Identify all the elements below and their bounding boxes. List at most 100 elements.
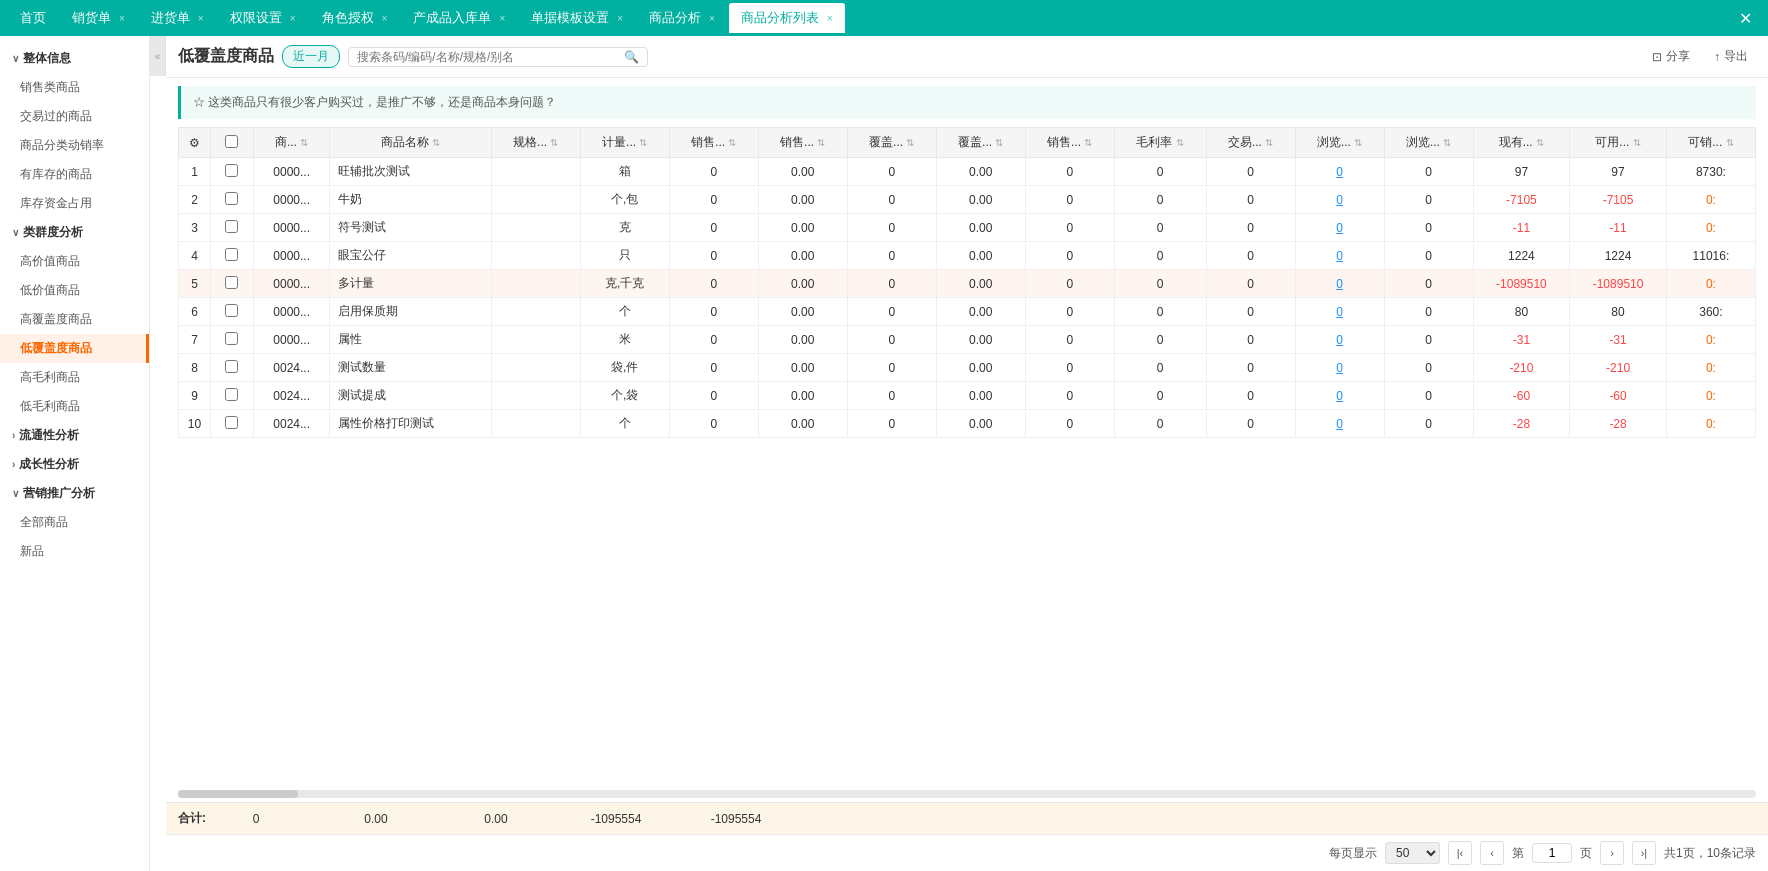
time-filter-button[interactable]: 近一月 — [282, 45, 340, 68]
nav-tab-product-analysis[interactable]: 商品分析 × — [637, 3, 727, 33]
sidebar-item-traded-products[interactable]: 交易过的商品 — [0, 102, 149, 131]
row-checkbox[interactable] — [225, 416, 238, 429]
row-checkbox-cell[interactable] — [211, 382, 254, 410]
row-views1-cell[interactable]: 0 — [1295, 158, 1384, 186]
page-first-button[interactable]: |‹ — [1448, 841, 1472, 865]
sidebar-item-sales-products[interactable]: 销售类商品 — [0, 73, 149, 102]
sidebar-section-overall[interactable]: ∨ 整体信息 — [0, 44, 149, 73]
row-checkbox-cell[interactable] — [211, 158, 254, 186]
row-checkbox[interactable] — [225, 388, 238, 401]
nav-tab-purchase-close[interactable]: × — [198, 13, 204, 24]
saleable-column-header[interactable]: 可销... ⇅ — [1666, 128, 1755, 158]
name-column-header[interactable]: 商品名称 ⇅ — [330, 128, 491, 158]
nav-tab-permissions-close[interactable]: × — [290, 13, 296, 24]
row-checkbox[interactable] — [225, 164, 238, 177]
sales-qty-column-header[interactable]: 销售... ⇅ — [669, 128, 758, 158]
unit-column-header[interactable]: 计量... ⇅ — [580, 128, 669, 158]
row-checkbox[interactable] — [225, 248, 238, 261]
sidebar-item-high-margin[interactable]: 高毛利商品 — [0, 363, 149, 392]
row-checkbox-cell[interactable] — [211, 410, 254, 438]
sidebar-item-low-value[interactable]: 低价值商品 — [0, 276, 149, 305]
coverage2-column-header[interactable]: 覆盖... ⇅ — [936, 128, 1025, 158]
code-column-header[interactable]: 商... ⇅ — [253, 128, 330, 158]
page-prev-button[interactable]: ‹ — [1480, 841, 1504, 865]
sidebar-section-liquidity[interactable]: › 流通性分析 — [0, 421, 149, 450]
sidebar-section-growth[interactable]: › 成长性分析 — [0, 450, 149, 479]
page-next-button[interactable]: › — [1600, 841, 1624, 865]
row-checkbox[interactable] — [225, 360, 238, 373]
transaction-column-header[interactable]: 交易... ⇅ — [1206, 128, 1295, 158]
row-checkbox-cell[interactable] — [211, 242, 254, 270]
row-sales-amt-cell: 0.00 — [758, 270, 847, 298]
sidebar-item-category-activity[interactable]: 商品分类动销率 — [0, 131, 149, 160]
nav-tab-analysis-list-close[interactable]: × — [827, 13, 833, 24]
current-stock-column-header[interactable]: 现有... ⇅ — [1473, 128, 1570, 158]
settings-column-header[interactable]: ⚙ — [179, 128, 211, 158]
nav-tab-template[interactable]: 单据模板设置 × — [519, 3, 635, 33]
nav-tab-roles[interactable]: 角色授权 × — [310, 3, 400, 33]
nav-close-all-button[interactable]: ✕ — [1731, 5, 1760, 32]
sidebar-item-all-products[interactable]: 全部商品 — [0, 508, 149, 537]
search-icon[interactable]: 🔍 — [624, 50, 639, 64]
available-stock-column-header[interactable]: 可用... ⇅ — [1570, 128, 1667, 158]
sidebar-section-cluster[interactable]: ∨ 类群度分析 — [0, 218, 149, 247]
row-checkbox-cell[interactable] — [211, 214, 254, 242]
nav-tab-product-analysis-close[interactable]: × — [709, 13, 715, 24]
views2-column-header[interactable]: 浏览... ⇅ — [1384, 128, 1473, 158]
nav-tab-template-close[interactable]: × — [617, 13, 623, 24]
row-checkbox-cell[interactable] — [211, 326, 254, 354]
views1-column-header[interactable]: 浏览... ⇅ — [1295, 128, 1384, 158]
row-views1-cell[interactable]: 0 — [1295, 186, 1384, 214]
row-views1-cell[interactable]: 0 — [1295, 326, 1384, 354]
sales3-column-header[interactable]: 销售... ⇅ — [1025, 128, 1114, 158]
horizontal-scrollbar-track[interactable] — [178, 790, 1756, 798]
nav-tab-sales[interactable]: 销货单 × — [60, 3, 137, 33]
row-views1-cell[interactable]: 0 — [1295, 242, 1384, 270]
nav-tab-purchase[interactable]: 进货单 × — [139, 3, 216, 33]
sidebar-item-stock-capital[interactable]: 库存资金占用 — [0, 189, 149, 218]
row-views1-cell[interactable]: 0 — [1295, 382, 1384, 410]
select-all-checkbox[interactable] — [225, 135, 238, 148]
row-checkbox[interactable] — [225, 332, 238, 345]
sidebar-item-high-coverage[interactable]: 高覆盖度商品 — [0, 305, 149, 334]
nav-tab-analysis-list[interactable]: 商品分析列表 × — [729, 3, 845, 33]
nav-tab-permissions[interactable]: 权限设置 × — [218, 3, 308, 33]
row-checkbox[interactable] — [225, 192, 238, 205]
sidebar-item-new-products[interactable]: 新品 — [0, 537, 149, 566]
row-views1-cell[interactable]: 0 — [1295, 214, 1384, 242]
row-checkbox[interactable] — [225, 220, 238, 233]
sidebar-collapse-button[interactable]: « — [150, 36, 166, 76]
row-checkbox[interactable] — [225, 276, 238, 289]
nav-tab-inventory-close[interactable]: × — [499, 13, 505, 24]
nav-tab-home[interactable]: 首页 — [8, 3, 58, 33]
horizontal-scrollbar-thumb[interactable] — [178, 790, 298, 798]
nav-tab-sales-close[interactable]: × — [119, 13, 125, 24]
spec-column-header[interactable]: 规格... ⇅ — [491, 128, 580, 158]
sidebar-item-low-coverage[interactable]: 低覆盖度商品 — [0, 334, 149, 363]
row-views1-cell[interactable]: 0 — [1295, 270, 1384, 298]
sidebar-item-stocked-products[interactable]: 有库存的商品 — [0, 160, 149, 189]
nav-tab-inventory[interactable]: 产成品入库单 × — [401, 3, 517, 33]
page-number-input[interactable] — [1532, 843, 1572, 863]
row-checkbox-cell[interactable] — [211, 270, 254, 298]
sales-amt-column-header[interactable]: 销售... ⇅ — [758, 128, 847, 158]
page-size-select[interactable]: 50 100 — [1385, 842, 1440, 864]
row-checkbox-cell[interactable] — [211, 186, 254, 214]
row-checkbox-cell[interactable] — [211, 354, 254, 382]
export-button[interactable]: ↑ 导出 — [1706, 44, 1756, 69]
row-views1-cell[interactable]: 0 — [1295, 298, 1384, 326]
row-checkbox[interactable] — [225, 304, 238, 317]
row-views1-cell[interactable]: 0 — [1295, 354, 1384, 382]
sidebar-item-low-margin[interactable]: 低毛利商品 — [0, 392, 149, 421]
nav-tab-roles-close[interactable]: × — [382, 13, 388, 24]
page-last-button[interactable]: ›| — [1632, 841, 1656, 865]
row-views1-cell[interactable]: 0 — [1295, 410, 1384, 438]
checkbox-column-header[interactable] — [211, 128, 254, 158]
share-button[interactable]: ⊡ 分享 — [1644, 44, 1698, 69]
coverage1-column-header[interactable]: 覆盖... ⇅ — [847, 128, 936, 158]
gross-margin-column-header[interactable]: 毛利率 ⇅ — [1114, 128, 1206, 158]
search-input[interactable] — [357, 50, 620, 64]
row-checkbox-cell[interactable] — [211, 298, 254, 326]
sidebar-item-high-value[interactable]: 高价值商品 — [0, 247, 149, 276]
sidebar-section-marketing[interactable]: ∨ 营销推广分析 — [0, 479, 149, 508]
